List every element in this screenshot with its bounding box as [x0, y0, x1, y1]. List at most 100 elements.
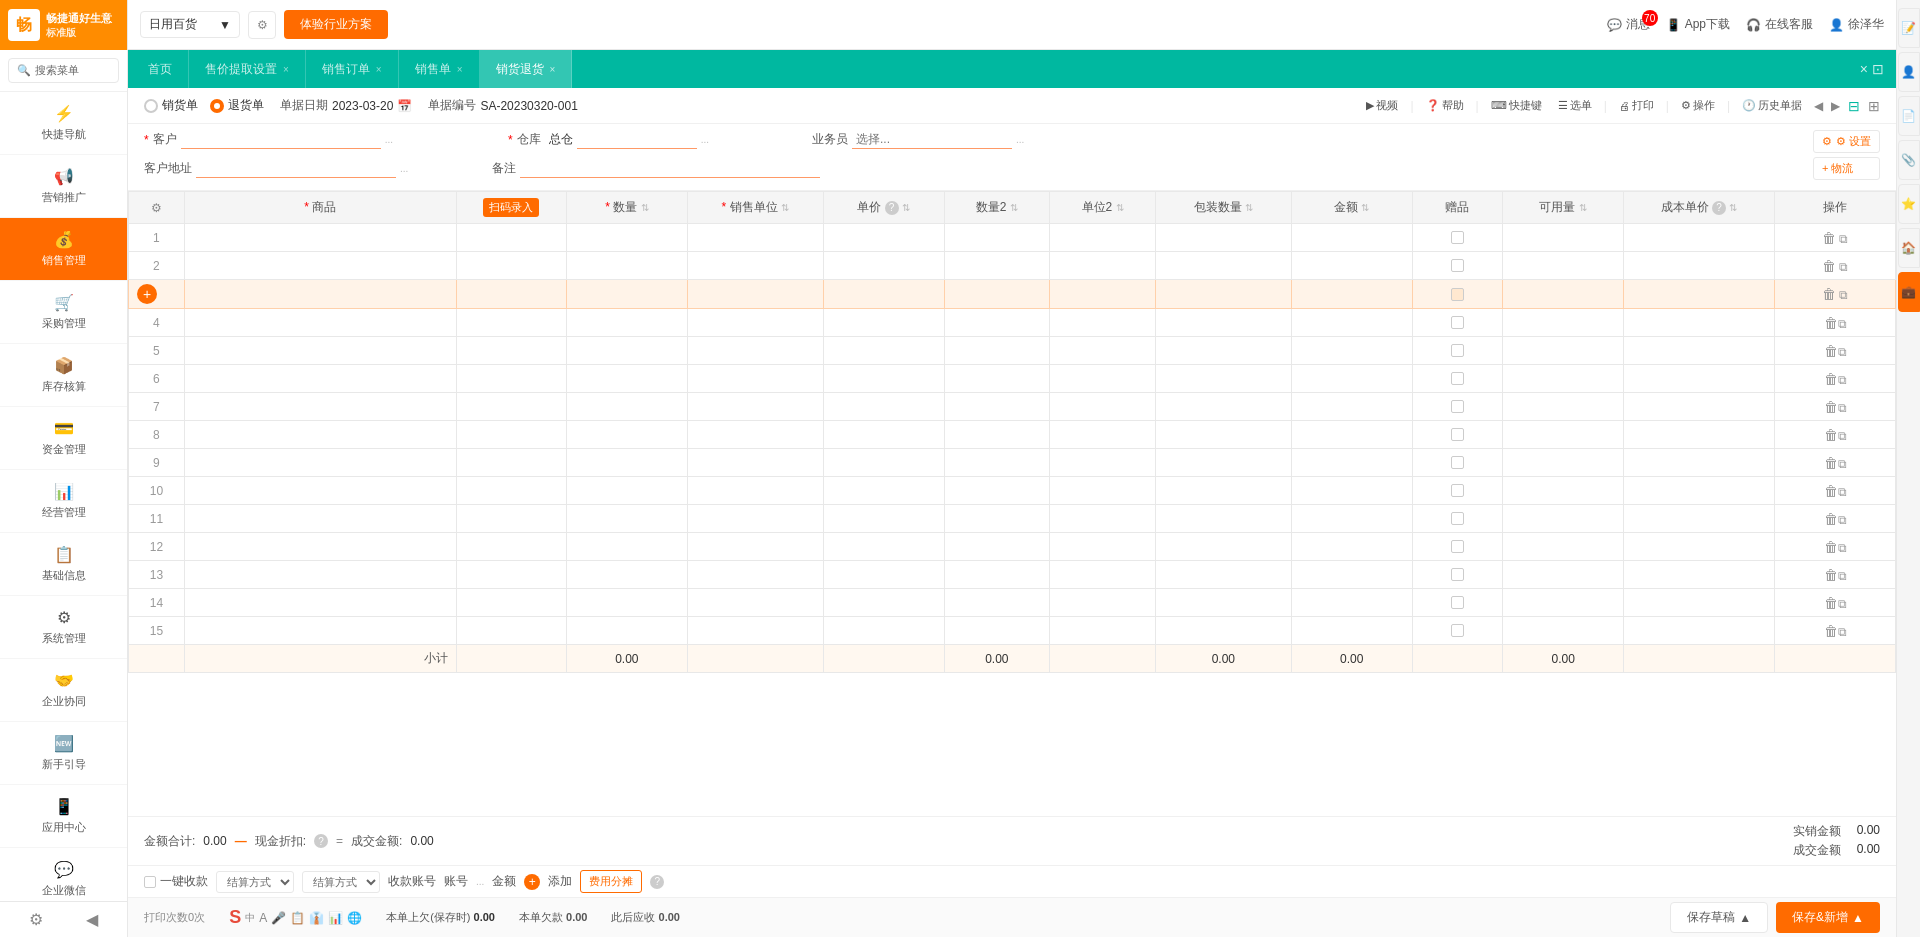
pack-qty-sort-icon[interactable]: ⇅: [1245, 202, 1253, 213]
cost-price-sort-icon[interactable]: ⇅: [1729, 202, 1737, 213]
calc-method-select[interactable]: 结算方式: [302, 871, 380, 893]
calendar-icon[interactable]: 📅: [397, 99, 412, 113]
add-payment-button[interactable]: +: [524, 874, 540, 890]
tab-close-sale-return[interactable]: ×: [550, 64, 556, 75]
app-download-button[interactable]: 📱 App下载: [1666, 16, 1730, 33]
gift-checkbox-2[interactable]: [1451, 259, 1464, 272]
qty2-sort-icon[interactable]: ⇅: [1010, 202, 1018, 213]
radio-sale[interactable]: 销货单: [144, 97, 198, 114]
shortcut-link[interactable]: ⌨ 快捷键: [1487, 96, 1546, 115]
online-service-button[interactable]: 🎧 在线客服: [1746, 16, 1813, 33]
product-input-2[interactable]: [193, 259, 448, 273]
price-info-icon[interactable]: ?: [885, 201, 899, 215]
sidebar-item-inventory[interactable]: 📦 库存核算: [0, 344, 127, 407]
sidebar-item-shortcut[interactable]: ⚡ 快捷导航: [0, 92, 127, 155]
user-profile-button[interactable]: 👤 徐泽华: [1829, 16, 1884, 33]
delete-row-7[interactable]: 🗑: [1824, 399, 1838, 415]
right-icon-1[interactable]: 📝: [1898, 8, 1920, 48]
copy-row-15[interactable]: ⧉: [1838, 625, 1847, 639]
copy-row-6[interactable]: ⧉: [1838, 373, 1847, 387]
amount-sort-icon[interactable]: ⇅: [1361, 202, 1369, 213]
delete-row-10[interactable]: 🗑: [1824, 483, 1838, 499]
search-menu-button[interactable]: 🔍 搜索菜单: [8, 58, 119, 83]
gift-checkbox-6[interactable]: [1451, 372, 1464, 385]
address-dots-button[interactable]: ...: [400, 163, 408, 174]
copy-row-10[interactable]: ⧉: [1838, 485, 1847, 499]
gift-checkbox-3[interactable]: [1451, 288, 1464, 301]
copy-row-7[interactable]: ⧉: [1838, 401, 1847, 415]
unit-input-1[interactable]: [696, 231, 815, 245]
qty-input-1[interactable]: [575, 231, 679, 245]
delete-row-9[interactable]: 🗑: [1824, 455, 1838, 471]
operate-link[interactable]: ⚙ 操作: [1677, 96, 1719, 115]
delete-row-11[interactable]: 🗑: [1824, 511, 1838, 527]
copy-row-9[interactable]: ⧉: [1838, 457, 1847, 471]
logistics-button[interactable]: + 物流: [1813, 157, 1880, 180]
delete-row-8[interactable]: 🗑: [1824, 427, 1838, 443]
tab-sale-order[interactable]: 销售订单 ×: [306, 50, 399, 88]
next-record-button[interactable]: ▶: [1831, 99, 1840, 113]
sidebar-item-basic[interactable]: 📋 基础信息: [0, 533, 127, 596]
available-sort-icon[interactable]: ⇅: [1579, 202, 1587, 213]
settlement-method-select[interactable]: 结算方式: [216, 871, 294, 893]
right-icon-2[interactable]: 👤: [1898, 52, 1920, 92]
module-selector[interactable]: 日用百货 ▼: [140, 11, 240, 38]
delete-row-14[interactable]: 🗑: [1824, 595, 1838, 611]
gift-checkbox-4[interactable]: [1451, 316, 1464, 329]
sidebar-item-marketing[interactable]: 📢 营销推广: [0, 155, 127, 218]
salesperson-dots-button[interactable]: ...: [1016, 134, 1024, 145]
form-settings-button[interactable]: ⚙ ⚙ 设置: [1813, 130, 1880, 153]
sidebar-item-guide[interactable]: 🆕 新手引导: [0, 722, 127, 785]
right-icon-3[interactable]: 📄: [1898, 96, 1920, 136]
right-icon-6[interactable]: 🏠: [1898, 228, 1920, 268]
copy-row-11[interactable]: ⧉: [1838, 513, 1847, 527]
delete-row-3[interactable]: 🗑: [1822, 286, 1836, 302]
right-icon-4[interactable]: 📎: [1898, 140, 1920, 180]
gift-checkbox-5[interactable]: [1451, 344, 1464, 357]
fee-split-info-icon[interactable]: ?: [650, 875, 664, 889]
message-button[interactable]: 💬 消息 70: [1607, 16, 1650, 33]
price-sort-icon[interactable]: ⇅: [902, 202, 910, 213]
unit-sort-icon[interactable]: ⇅: [781, 202, 789, 213]
gift-checkbox-1[interactable]: [1451, 231, 1464, 244]
product-input-3[interactable]: [193, 287, 448, 301]
delete-row-5[interactable]: 🗑: [1824, 343, 1838, 359]
save-draft-button[interactable]: 保存草稿 ▲: [1670, 902, 1768, 933]
add-row-button[interactable]: +: [137, 284, 157, 304]
save-new-button[interactable]: 保存&新增 ▲: [1776, 902, 1880, 933]
radio-return[interactable]: 退货单: [210, 97, 264, 114]
right-icon-5[interactable]: ⭐: [1898, 184, 1920, 224]
scan-input-button[interactable]: 扫码录入: [483, 198, 539, 217]
gift-checkbox-12[interactable]: [1451, 540, 1464, 553]
customer-dots-button[interactable]: ...: [385, 134, 393, 145]
copy-row-1[interactable]: ⧉: [1839, 232, 1848, 246]
tab-home[interactable]: 首页: [132, 50, 189, 88]
delete-row-12[interactable]: 🗑: [1824, 539, 1838, 555]
sidebar-item-finance[interactable]: 💳 资金管理: [0, 407, 127, 470]
salesperson-input[interactable]: [852, 130, 1012, 149]
tab-sale-settings[interactable]: 售价提取设置 ×: [189, 50, 306, 88]
copy-row-12[interactable]: ⧉: [1838, 541, 1847, 555]
delete-row-6[interactable]: 🗑: [1824, 371, 1838, 387]
tab-sale-return[interactable]: 销货退货 ×: [480, 50, 573, 88]
sidebar-settings-button[interactable]: ⚙: [29, 910, 43, 929]
copy-row-2[interactable]: ⧉: [1839, 260, 1848, 274]
cost-price-info-icon[interactable]: ?: [1712, 201, 1726, 215]
select-link[interactable]: ☰ 选单: [1554, 96, 1596, 115]
warehouse-input[interactable]: [577, 130, 697, 149]
gift-checkbox-10[interactable]: [1451, 484, 1464, 497]
gift-checkbox-11[interactable]: [1451, 512, 1464, 525]
remark-input[interactable]: [520, 159, 820, 178]
delete-row-1[interactable]: 🗑: [1822, 230, 1836, 246]
history-link[interactable]: 🕐 历史单据: [1738, 96, 1806, 115]
customer-input[interactable]: [181, 130, 381, 149]
help-link[interactable]: ❓ 帮助: [1422, 96, 1468, 115]
copy-row-14[interactable]: ⧉: [1838, 597, 1847, 611]
product-input-1[interactable]: [193, 231, 448, 245]
gift-checkbox-15[interactable]: [1451, 624, 1464, 637]
address-input[interactable]: [196, 159, 396, 178]
one-key-collect-checkbox[interactable]: 一键收款: [144, 873, 208, 890]
copy-row-4[interactable]: ⧉: [1838, 317, 1847, 331]
unit2-sort-icon[interactable]: ⇅: [1116, 202, 1124, 213]
list-view-button[interactable]: ⊟: [1848, 98, 1860, 114]
